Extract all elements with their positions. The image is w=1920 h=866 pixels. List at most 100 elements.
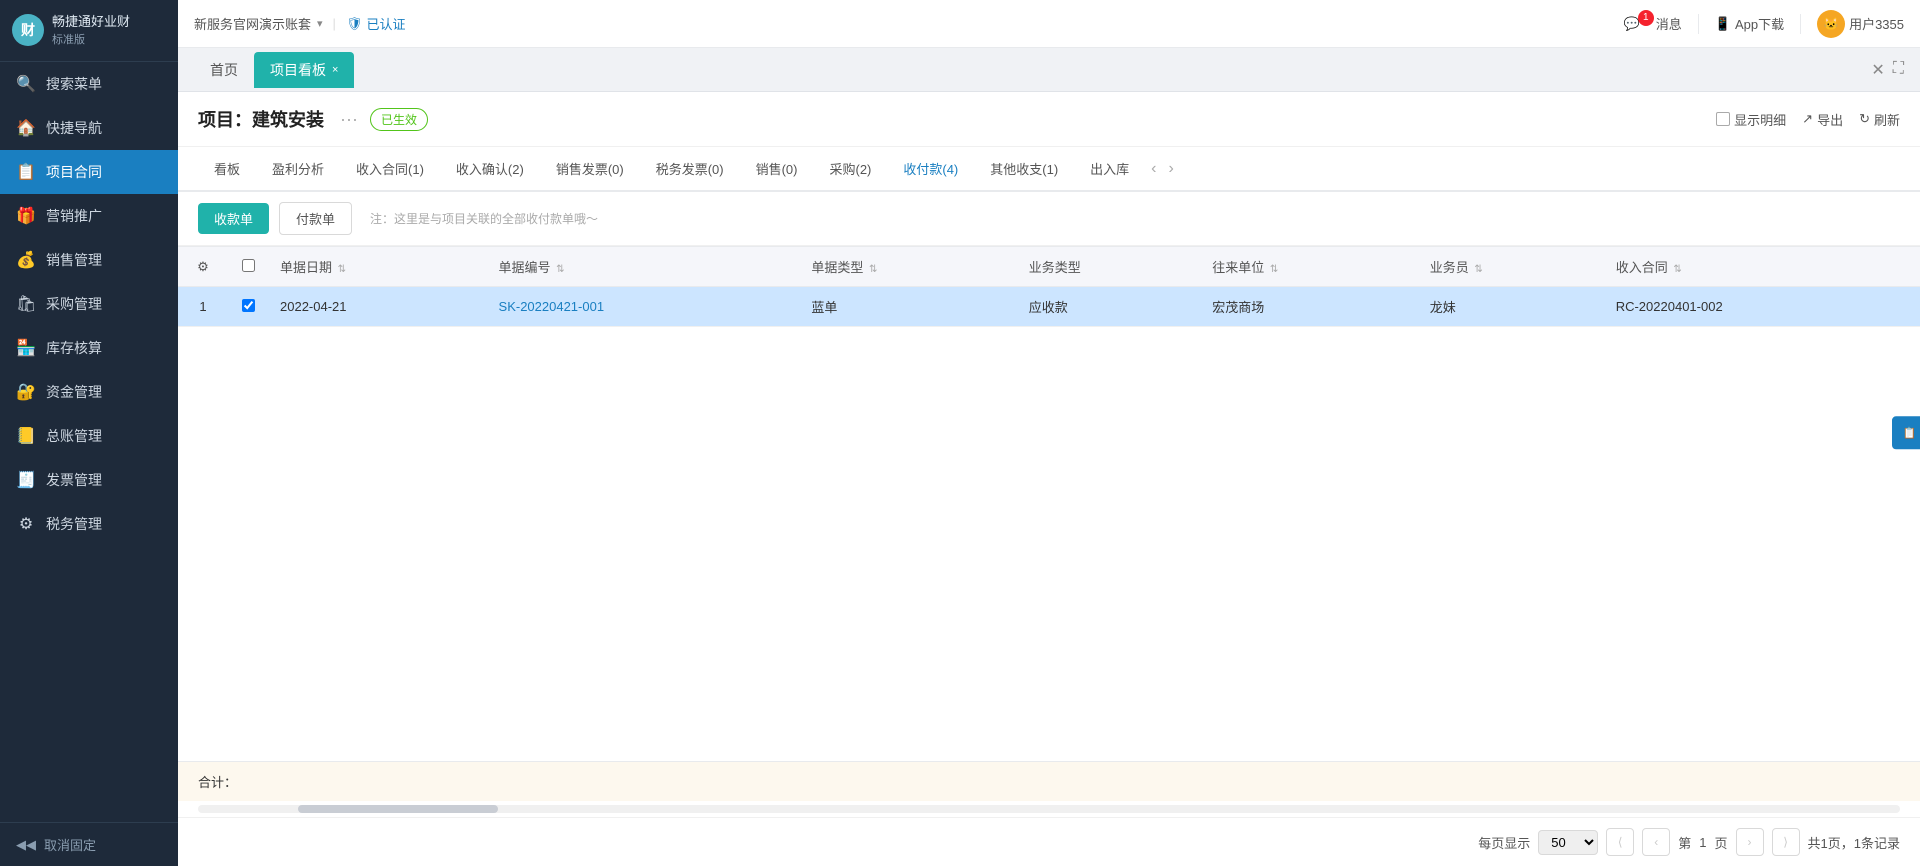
tabs-bar: 首页 项目看板 × ✕ ⛶ (178, 48, 1920, 92)
subnav-kanban[interactable]: 看板 (198, 147, 256, 192)
current-page: 1 (1699, 835, 1706, 850)
sidebar-item-project-contract[interactable]: 📋 项目合同 (0, 150, 178, 194)
home-icon: 🏠 (16, 118, 36, 138)
show-detail-toggle[interactable]: 显示明细 (1716, 110, 1786, 129)
sidebar-footer-unpin[interactable]: ◀◀ 取消固定 (0, 822, 178, 866)
export-btn[interactable]: ↗ 导出 (1802, 110, 1843, 129)
refresh-label: 刷新 (1874, 110, 1900, 129)
sidebar-item-label: 总账管理 (46, 426, 102, 446)
user-menu-btn[interactable]: 🐱 用户3355 (1817, 10, 1904, 38)
certified-status: 🛡 已认证 (346, 14, 406, 33)
receipt-btn[interactable]: 收款单 (198, 203, 269, 234)
row-number-link[interactable]: SK-20220421-001 (499, 299, 605, 314)
subnav-receipt[interactable]: 收付款(4) (887, 147, 974, 192)
project-actions: 显示明细 ↗ 导出 ↻ 刷新 (1716, 110, 1900, 129)
sidebar-item-label: 采购管理 (46, 294, 102, 314)
message-btn[interactable]: 💬 1 消息 (1624, 14, 1682, 33)
search-icon: 🔍 (16, 74, 36, 94)
sidebar-app-subtitle: 标准版 (52, 31, 130, 47)
row-checkbox-cell[interactable] (228, 287, 268, 327)
certified-label: 已认证 (366, 14, 405, 33)
page-prefix: 第 (1678, 833, 1691, 852)
sidebar-item-funds[interactable]: 🔐 资金管理 (0, 370, 178, 414)
per-page-select[interactable]: 50 100 200 (1538, 830, 1598, 855)
subnav-sales-invoice[interactable]: 销售发票(0) (540, 147, 640, 192)
select-all-checkbox[interactable] (242, 259, 255, 272)
first-page-btn[interactable]: ⟨ (1606, 828, 1634, 856)
tab-close-btn[interactable]: × (332, 64, 338, 76)
tab-home[interactable]: 首页 (194, 52, 254, 88)
project-more-btn[interactable]: ··· (340, 109, 358, 130)
subnav-profit[interactable]: 盈利分析 (256, 147, 340, 192)
partner-sort-icon[interactable]: ⇅ (1270, 264, 1278, 275)
number-sort-icon[interactable]: ⇅ (556, 264, 564, 275)
subnav-in-out[interactable]: 出入库 (1074, 147, 1145, 192)
sidebar-item-sales[interactable]: 💰 销售管理 (0, 238, 178, 282)
col-date: 单据日期 ⇅ (268, 247, 487, 287)
col-partner: 往来单位 ⇅ (1200, 247, 1417, 287)
tab-maximize-btn[interactable]: ⛶ (1893, 60, 1904, 80)
next-page-btn[interactable]: › (1736, 828, 1764, 856)
app-download-btn[interactable]: 📱 App下载 (1715, 14, 1784, 33)
topbar-left: 新服务官网演示账套 ▾ | 🛡 已认证 (194, 14, 1624, 33)
toolbar-note: 注：这里是与项目关联的全部收付款单哦～ (370, 210, 598, 227)
subnav-prev-arrow[interactable]: ‹ (1145, 160, 1162, 178)
scrollbar-thumb[interactable] (298, 805, 498, 813)
row-checkbox[interactable] (242, 299, 255, 312)
user-avatar: 🐱 (1817, 10, 1845, 38)
project-status-badge: 已生效 (370, 108, 428, 131)
type-sort-icon[interactable]: ⇅ (869, 264, 877, 275)
tab-controls: ✕ ⛶ (1871, 60, 1904, 80)
sidebar-item-tax[interactable]: ⚙ 税务管理 (0, 502, 178, 546)
unpin-icon: ◀◀ (16, 837, 36, 853)
salesman-sort-icon[interactable]: ⇅ (1474, 264, 1482, 275)
last-page-btn[interactable]: ⟩ (1772, 828, 1800, 856)
tab-home-label: 首页 (210, 60, 238, 80)
settings-icon[interactable]: ⚙ (197, 259, 209, 274)
sidebar-item-quicknav[interactable]: 🏠 快捷导航 (0, 106, 178, 150)
right-float-btn[interactable]: 📋 (1892, 416, 1920, 449)
col-settings[interactable]: ⚙ (178, 247, 228, 287)
col-type: 单据类型 ⇅ (799, 247, 1016, 287)
subnav-tax-invoice[interactable]: 税务发票(0) (640, 147, 740, 192)
subnav-purchase[interactable]: 采购(2) (813, 147, 887, 192)
message-label: 消息 (1656, 14, 1682, 33)
account-dropdown-btn[interactable]: ▾ (317, 17, 323, 30)
sidebar-item-marketing[interactable]: 🎁 营销推广 (0, 194, 178, 238)
sidebar-scroll: 🔍 搜索菜单 🏠 快捷导航 📋 项目合同 🎁 营销推广 💰 销售管理 🛍 采购管… (0, 62, 178, 822)
horizontal-scrollbar-area (178, 801, 1920, 817)
content-panel: 项目：建筑安装 ··· 已生效 显示明细 ↗ 导出 ↻ 刷新 (178, 92, 1920, 866)
subnav-income-contract[interactable]: 收入合同(1) (340, 147, 440, 192)
row-number[interactable]: SK-20220421-001 (487, 287, 800, 327)
sidebar-item-search[interactable]: 🔍 搜索菜单 (0, 62, 178, 106)
show-detail-checkbox[interactable] (1716, 112, 1730, 126)
col-contract: 收入合同 ⇅ (1604, 247, 1920, 287)
tab-close-window-btn[interactable]: ✕ (1871, 60, 1884, 80)
per-page-label: 每页显示 (1478, 833, 1530, 852)
date-sort-icon[interactable]: ⇅ (338, 264, 346, 275)
prev-page-btn[interactable]: ‹ (1642, 828, 1670, 856)
payment-btn[interactable]: 付款单 (279, 202, 352, 235)
ledger-icon: 📒 (16, 426, 36, 446)
subnav-sales[interactable]: 销售(0) (740, 147, 814, 192)
sidebar-app-title: 畅捷通好业财 (52, 14, 130, 31)
row-biz-type: 应收款 (1017, 287, 1201, 327)
shield-icon: 🛡 (346, 16, 363, 32)
subnav-income-confirm[interactable]: 收入确认(2) (440, 147, 540, 192)
sidebar-item-purchase[interactable]: 🛍 采购管理 (0, 282, 178, 326)
contract-sort-icon[interactable]: ⇅ (1673, 264, 1681, 275)
subnav-other-expense[interactable]: 其他收支(1) (974, 147, 1074, 192)
project-title: 项目：建筑安装 (198, 106, 324, 132)
refresh-btn[interactable]: ↻ 刷新 (1859, 110, 1900, 129)
sidebar-item-invoice[interactable]: 🧾 发票管理 (0, 458, 178, 502)
sidebar-item-label: 营销推广 (46, 206, 102, 226)
sidebar-item-ledger[interactable]: 📒 总账管理 (0, 414, 178, 458)
scrollbar-track[interactable] (198, 805, 1900, 813)
sidebar-item-label: 资金管理 (46, 382, 102, 402)
table-row[interactable]: 1 2022-04-21 SK-20220421-001 蓝单 应收款 宏茂商场… (178, 287, 1920, 327)
table-wrap: ⚙ 单据日期 ⇅ 单据编号 ⇅ (178, 246, 1920, 761)
total-label: 合计： (198, 772, 237, 791)
sidebar-item-inventory[interactable]: 🏪 库存核算 (0, 326, 178, 370)
tab-project-board[interactable]: 项目看板 × (254, 52, 354, 88)
subnav-next-arrow[interactable]: › (1163, 160, 1180, 178)
